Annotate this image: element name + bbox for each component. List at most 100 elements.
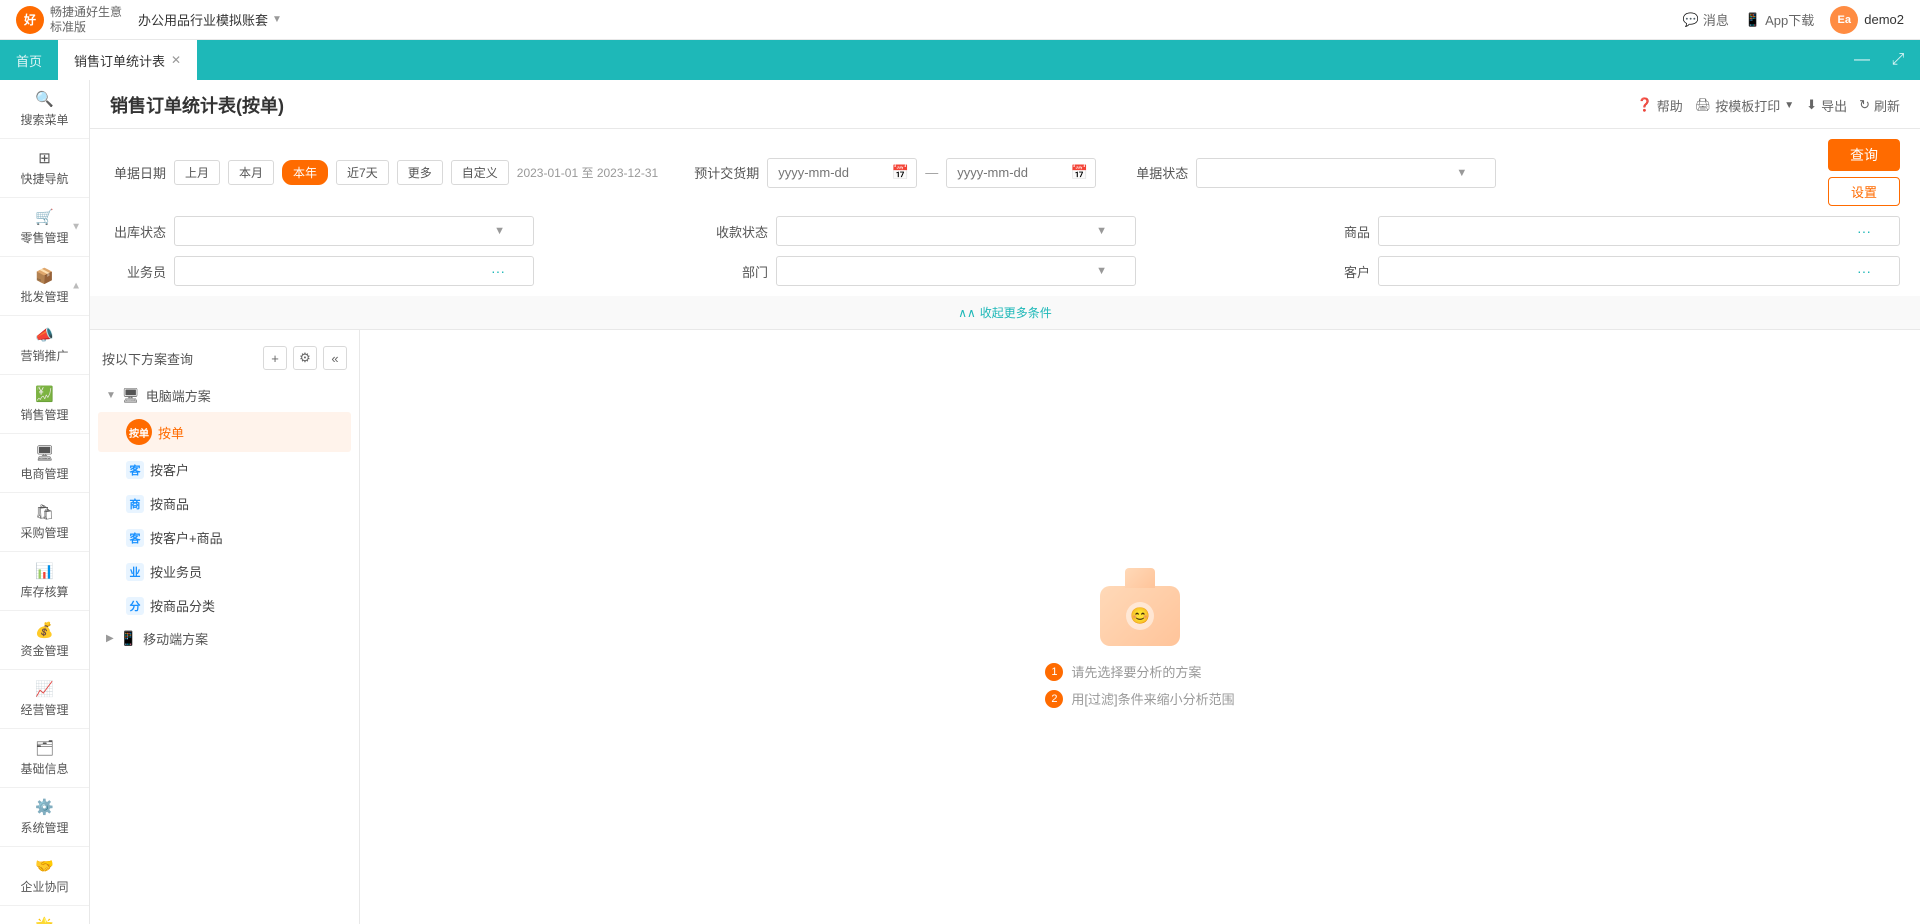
- settings-scheme-button[interactable]: ⚙: [293, 346, 317, 370]
- delivery-select[interactable]: ▼: [174, 216, 534, 246]
- date-custom-btn[interactable]: 自定义: [451, 160, 509, 185]
- sidebar-item-purchase[interactable]: 🛍 采购管理: [0, 493, 89, 551]
- tree-group-mobile[interactable]: ▶ 📱 移动端方案: [98, 623, 351, 654]
- department-select[interactable]: ▼: [776, 256, 1136, 286]
- salesperson-select[interactable]: ···: [174, 256, 534, 286]
- collapse-bar[interactable]: ∧∧ 收起更多条件: [90, 296, 1920, 330]
- goods-filter: 商品 ···: [1314, 216, 1900, 246]
- tree-item-by-cust-prod[interactable]: 客 按客户+商品: [98, 521, 351, 554]
- filter-section-row1: 单据日期 上月 本月 本年 近7天 更多 自定义 2023-01-01 至 20…: [90, 129, 1920, 296]
- template-print-button[interactable]: 🖨 按模板打印 ▼: [1695, 96, 1794, 115]
- sidebar-item-ecommerce[interactable]: 🖥 电商管理: [0, 434, 89, 492]
- sidebar-item-system[interactable]: ⚙️ 系统管理: [0, 788, 89, 846]
- nav-group-inventory: 📊 库存核算: [0, 552, 89, 611]
- sidebar: 🔍 搜索菜单 ⊞ 快捷导航 🛒 零售管理 ▼ 📦 批发管理 ▲ 📣 营销推广: [0, 80, 90, 924]
- empty-illustration: 😊: [1080, 546, 1200, 646]
- query-button[interactable]: 查询: [1828, 139, 1900, 171]
- arrow-icon: ▼: [71, 222, 81, 233]
- tree-item-by-order[interactable]: 按单 按单: [98, 412, 351, 452]
- empty-state: 😊 1 请先选择要分析的方案 2 用[过滤]条件来缩小分析范围: [1045, 546, 1234, 708]
- nav-group-marketing: 📣 营销推广: [0, 316, 89, 375]
- delivery-select-arrow-icon: ▼: [494, 225, 505, 237]
- date-this-year-btn[interactable]: 本年: [282, 160, 328, 185]
- nav-group-finance: 💰 资金管理: [0, 611, 89, 670]
- sidebar-item-quicknav[interactable]: ⊞ 快捷导航: [0, 139, 89, 198]
- date-last-month-btn[interactable]: 上月: [174, 160, 220, 185]
- date-more-btn[interactable]: 更多: [397, 160, 443, 185]
- payment-label: 收款状态: [712, 222, 768, 241]
- sidebar-item-finance[interactable]: 💰 资金管理: [0, 611, 89, 669]
- search-icon: 🔍: [35, 90, 54, 108]
- tree-group-pc[interactable]: ▼ 🖥 电脑端方案: [98, 380, 351, 411]
- sidebar-item-search[interactable]: 🔍 搜索菜单: [0, 80, 89, 139]
- salesperson-more-icon[interactable]: ···: [491, 263, 505, 279]
- customer-select[interactable]: ···: [1378, 256, 1900, 286]
- date-7days-btn[interactable]: 近7天: [336, 160, 389, 185]
- help-button[interactable]: ❓ 帮助: [1637, 96, 1683, 115]
- settings-button[interactable]: 设置: [1828, 177, 1900, 206]
- sidebar-item-basics[interactable]: 🗂 基础信息: [0, 729, 89, 787]
- left-panel-actions: + ⚙ «: [263, 346, 347, 370]
- maximize-button[interactable]: ⤢: [1884, 46, 1912, 74]
- expected-date-start[interactable]: [767, 158, 917, 188]
- sidebar-item-sales[interactable]: 💹 销售管理: [0, 375, 89, 433]
- sidebar-item-enterprise[interactable]: 🤝 企业协同: [0, 847, 89, 905]
- tree-item-by-category[interactable]: 分 按商品分类: [98, 589, 351, 622]
- avatar: Ea: [1830, 6, 1858, 34]
- sidebar-item-operations[interactable]: 📈 经营管理: [0, 670, 89, 728]
- sidebar-item-marketing[interactable]: 📣 营销推广: [0, 316, 89, 374]
- delivery-label: 出库状态: [110, 222, 166, 241]
- date-this-month-btn[interactable]: 本月: [228, 160, 274, 185]
- tree-item-by-salesperson[interactable]: 业 按业务员: [98, 555, 351, 588]
- tree-section: ▼ 🖥 电脑端方案 按单 按单 客 按客户: [90, 380, 359, 654]
- sidebar-item-inventory[interactable]: 📊 库存核算: [0, 552, 89, 610]
- app-download-button[interactable]: 📱 App下载: [1745, 10, 1814, 29]
- sales-icon: 💹: [35, 385, 54, 403]
- add-scheme-button[interactable]: +: [263, 346, 287, 370]
- tree-arrow-icon: ▼: [106, 390, 116, 401]
- close-tab-icon[interactable]: ✕: [171, 53, 181, 67]
- export-button[interactable]: ⬇ 导出: [1806, 96, 1847, 115]
- payment-select[interactable]: ▼: [776, 216, 1136, 246]
- refresh-button[interactable]: ↻ 刷新: [1859, 96, 1900, 115]
- company-selector[interactable]: 办公用品行业模拟账套 ▼: [130, 10, 290, 29]
- goods-label: 商品: [1314, 222, 1370, 241]
- left-panel-title: 按以下方案查询: [102, 349, 193, 368]
- goods-select[interactable]: ···: [1378, 216, 1900, 246]
- user-area[interactable]: Ea demo2: [1830, 6, 1904, 34]
- collapse-panel-button[interactable]: «: [323, 346, 347, 370]
- purchase-icon: 🛍: [35, 503, 54, 521]
- status-label: 单据状态: [1132, 163, 1188, 182]
- expected-date-end[interactable]: [946, 158, 1096, 188]
- sidebar-item-wholesale[interactable]: 📦 批发管理 ▲: [0, 257, 89, 315]
- nav-group-operations: 📈 经营管理: [0, 670, 89, 729]
- ecommerce-icon: 🖥: [35, 444, 54, 462]
- customer-filter: 客户 ···: [1314, 256, 1900, 286]
- minimize-button[interactable]: —: [1848, 46, 1876, 74]
- sidebar-item-newuser[interactable]: 🌟 新手引导: [0, 906, 89, 924]
- chevron-down-icon: ▼: [272, 14, 282, 25]
- status-select-arrow-icon: ▼: [1456, 167, 1467, 179]
- sidebar-item-retail[interactable]: 🛒 零售管理 ▼: [0, 198, 89, 256]
- tree-item-by-customer[interactable]: 客 按客户: [98, 453, 351, 486]
- basics-icon: 🗂: [35, 739, 54, 757]
- goods-more-icon[interactable]: ···: [1857, 223, 1871, 239]
- tree-item-by-product[interactable]: 商 按商品: [98, 487, 351, 520]
- mobile-icon: 📱: [120, 630, 137, 647]
- expected-date-end-wrapper: 📅: [946, 158, 1096, 188]
- status-select[interactable]: ▼: [1196, 158, 1496, 188]
- right-content: 😊 1 请先选择要分析的方案 2 用[过滤]条件来缩小分析范围: [360, 330, 1920, 924]
- page-title: 销售订单统计表(按单): [110, 92, 284, 128]
- wholesale-icon: 📦: [35, 267, 54, 285]
- message-button[interactable]: 💬 消息: [1683, 10, 1729, 29]
- customer-more-icon[interactable]: ···: [1857, 263, 1871, 279]
- tab-home[interactable]: 首页: [0, 40, 58, 80]
- top-bar-left: 好 畅捷通好生意 标准版 办公用品行业模拟账套 ▼: [16, 5, 290, 34]
- page-header: 销售订单统计表(按单) ❓ 帮助 🖨 按模板打印 ▼ ⬇ 导出 ↻ 刷新: [90, 80, 1920, 129]
- marketing-icon: 📣: [35, 326, 54, 344]
- date-separator: —: [925, 165, 938, 180]
- tab-sales-stat[interactable]: 销售订单统计表 ✕: [58, 40, 197, 80]
- expected-date-group: 预计交货期 📅 — 📅: [694, 158, 1096, 188]
- refresh-icon: ↻: [1859, 97, 1870, 113]
- box-lid: [1125, 568, 1155, 588]
